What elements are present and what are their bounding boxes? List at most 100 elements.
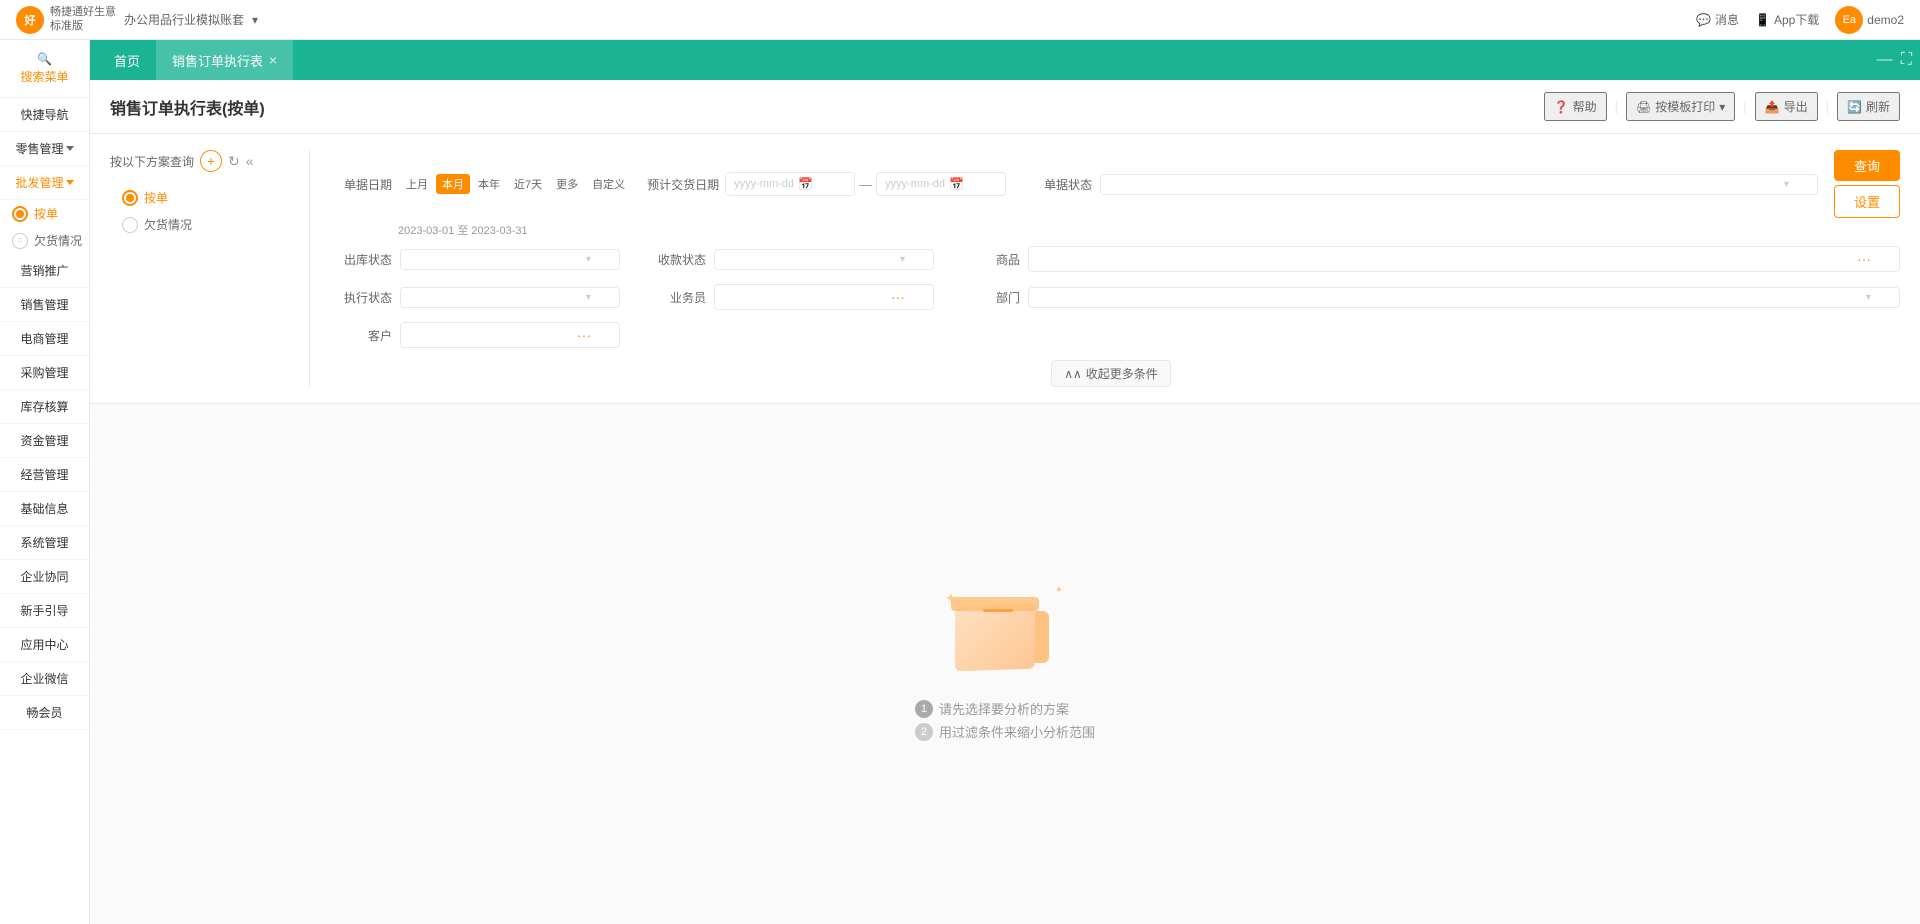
sidebar-item-appstore[interactable]: 应用中心 (0, 628, 89, 662)
filter-row-2: 出库状态 ▾ 收款状态 ▾ (322, 246, 1900, 272)
right-panel: 首页 销售订单执行表 × — ⛶ 销售订单执行表(按单) ❓ 帮助 (90, 40, 1920, 924)
sidebar-item-inventory[interactable]: 库存核算 (0, 390, 89, 424)
sidebar-item-member[interactable]: 畅会员 (0, 696, 89, 730)
help-button[interactable]: ❓ 帮助 (1544, 92, 1607, 121)
sidebar-item-enterprise[interactable]: 企业协同 (0, 560, 89, 594)
sidebar-item-debt[interactable]: ○ 欠货情况 (8, 227, 89, 254)
tab-sales-execution[interactable]: 销售订单执行表 × (156, 40, 293, 80)
query-button[interactable]: 查询 (1834, 150, 1900, 181)
page-header: 销售订单执行表(按单) ❓ 帮助 | 🖨 按模板打印 ▾ | 📤 (90, 80, 1920, 134)
salesman-filter-item: 业务员 ··· (636, 284, 934, 310)
tab-home[interactable]: 首页 (98, 40, 156, 80)
expected-date-filter-item: 预计交货日期 yyyy-mm-dd 📅 — yyyy-mm-dd 📅 (647, 172, 1006, 196)
empty-illustration: ✦ ✦ (945, 585, 1065, 685)
minimize-icon[interactable]: — (1877, 51, 1893, 69)
product-more-icon[interactable]: ··· (1857, 251, 1871, 267)
main-layout: 🔍 搜索菜单 快捷导航 零售管理 批发管理 按单 ○ 欠货情况 (0, 40, 1920, 924)
scheme-item-debt[interactable]: 欠货情况 (118, 211, 297, 238)
app-dropdown-button[interactable]: ▾ (252, 13, 258, 27)
add-scheme-button[interactable]: + (200, 150, 222, 172)
left-filter-header: 按以下方案查询 + ↻ « (110, 150, 297, 172)
ship-status-filter-item: 出库状态 ▾ (322, 249, 620, 270)
print-button[interactable]: 🖨 按模板打印 ▾ (1626, 92, 1735, 121)
collect-status-label: 收款状态 (636, 251, 706, 268)
date-btn-custom[interactable]: 自定义 (586, 174, 631, 194)
sidebar-item-retail[interactable]: 零售管理 (0, 132, 89, 166)
top-bar-left: 好 畅捷通好生意 标准版 办公用品行业模拟账套 ▾ (16, 6, 258, 34)
main-content: ✦ ✦ 1 请先选择要分析的方案 2 用过滤条件来缩小分析范围 (90, 404, 1920, 924)
search-icon: 🔍 (37, 52, 52, 66)
expected-date-label: 预计交货日期 (647, 176, 717, 193)
date-btn-last-month[interactable]: 上月 (400, 174, 434, 194)
sidebar-item-newbie[interactable]: 新手引导 (0, 594, 89, 628)
avatar: Ea (1835, 6, 1863, 34)
date-btn-this-year[interactable]: 本年 (472, 174, 506, 194)
sidebar-item-press-order[interactable]: 按单 (8, 200, 89, 227)
sidebar-item-quick-nav[interactable]: 快捷导航 (0, 98, 89, 132)
sidebar-item-sales[interactable]: 销售管理 (0, 288, 89, 322)
page-actions: ❓ 帮助 | 🖨 按模板打印 ▾ | 📤 导出 | (1544, 92, 1900, 133)
date-filter-item: 单据日期 上月 本月 本年 近7天 更多 自定义 (322, 174, 631, 194)
customer-label: 客户 (322, 327, 392, 344)
customer-select[interactable]: ··· (400, 322, 620, 348)
user-menu[interactable]: Ea demo2 (1835, 6, 1904, 34)
customer-more-icon[interactable]: ··· (577, 327, 591, 343)
maximize-icon[interactable]: ⛶ (1901, 51, 1912, 69)
sidebar-item-basic[interactable]: 基础信息 (0, 492, 89, 526)
empty-tips-list: 1 请先选择要分析的方案 2 用过滤条件来缩小分析范围 (915, 697, 1095, 743)
exec-status-dropdown-icon: ▾ (586, 292, 591, 303)
expected-date-from[interactable]: yyyy-mm-dd 📅 (725, 172, 855, 196)
scheme-item-press-order[interactable]: 按单 (118, 184, 297, 211)
sidebar-item-system[interactable]: 系统管理 (0, 526, 89, 560)
scheme-inactive-icon (122, 217, 138, 233)
collapse-button[interactable]: ∧∧ 收起更多条件 (1051, 360, 1171, 387)
sidebar-item-marketing[interactable]: 营销推广 (0, 254, 89, 288)
filter-row-4: 客户 ··· (322, 322, 1900, 348)
collect-status-select[interactable]: ▾ (714, 249, 934, 270)
product-label: 商品 (950, 251, 1020, 268)
calendar-to-icon: 📅 (949, 177, 964, 191)
filter-panel: 按以下方案查询 + ↻ « 按单 (90, 134, 1920, 404)
search-menu-button[interactable]: 🔍 搜索菜单 (8, 48, 81, 89)
doc-status-label: 单据状态 (1022, 176, 1092, 193)
exec-status-select[interactable]: ▾ (400, 287, 620, 308)
print-icon: 🖨 (1636, 100, 1651, 114)
collect-status-filter-item: 收款状态 ▾ (636, 249, 934, 270)
download-icon: 📱 (1755, 13, 1770, 27)
sidebar-item-purchase[interactable]: 采购管理 (0, 356, 89, 390)
print-dropdown-icon: ▾ (1719, 100, 1725, 114)
sidebar-item-ecommerce[interactable]: 电商管理 (0, 322, 89, 356)
settings-button[interactable]: 设置 (1834, 185, 1900, 218)
salesman-more-icon[interactable]: ··· (891, 289, 905, 305)
refresh-scheme-button[interactable]: ↻ (228, 153, 240, 170)
collapse-scheme-button[interactable]: « (246, 153, 254, 169)
date-btn-more[interactable]: 更多 (550, 174, 584, 194)
collect-status-dropdown-icon: ▾ (900, 254, 905, 265)
collapse-row: ∧∧ 收起更多条件 (322, 360, 1900, 387)
message-button[interactable]: 💬 消息 (1696, 11, 1739, 28)
date-btn-this-month[interactable]: 本月 (436, 174, 470, 194)
ship-status-select[interactable]: ▾ (400, 249, 620, 270)
logo-text: 畅捷通好生意 标准版 (50, 6, 116, 32)
wholesale-expand-icon (66, 180, 74, 185)
scheme-active-icon (122, 190, 138, 206)
dept-dropdown-icon: ▾ (1866, 292, 1871, 303)
sidebar-item-finance[interactable]: 资金管理 (0, 424, 89, 458)
tab-close-button[interactable]: × (269, 52, 277, 68)
refresh-button[interactable]: 🔄 刷新 (1837, 92, 1900, 121)
collapse-up-icon: ∧∧ (1064, 367, 1082, 381)
doc-status-select[interactable]: ▾ (1100, 174, 1818, 195)
expected-date-to[interactable]: yyyy-mm-dd 📅 (876, 172, 1006, 196)
sidebar-item-wechat[interactable]: 企业微信 (0, 662, 89, 696)
sidebar-item-operations[interactable]: 经营管理 (0, 458, 89, 492)
export-button[interactable]: 📤 导出 (1755, 92, 1818, 121)
product-select[interactable]: ··· (1028, 246, 1900, 272)
dept-select[interactable]: ▾ (1028, 287, 1900, 308)
app-download-button[interactable]: 📱 App下载 (1755, 11, 1819, 28)
sidebar-item-wholesale[interactable]: 批发管理 (0, 166, 89, 200)
app-title: 办公用品行业模拟账套 (124, 11, 244, 28)
date-btn-7days[interactable]: 近7天 (508, 174, 548, 194)
filter-row-3: 执行状态 ▾ 业务员 ··· (322, 284, 1900, 310)
salesman-select[interactable]: ··· (714, 284, 934, 310)
top-bar: 好 畅捷通好生意 标准版 办公用品行业模拟账套 ▾ 💬 消息 📱 App下载 E… (0, 0, 1920, 40)
